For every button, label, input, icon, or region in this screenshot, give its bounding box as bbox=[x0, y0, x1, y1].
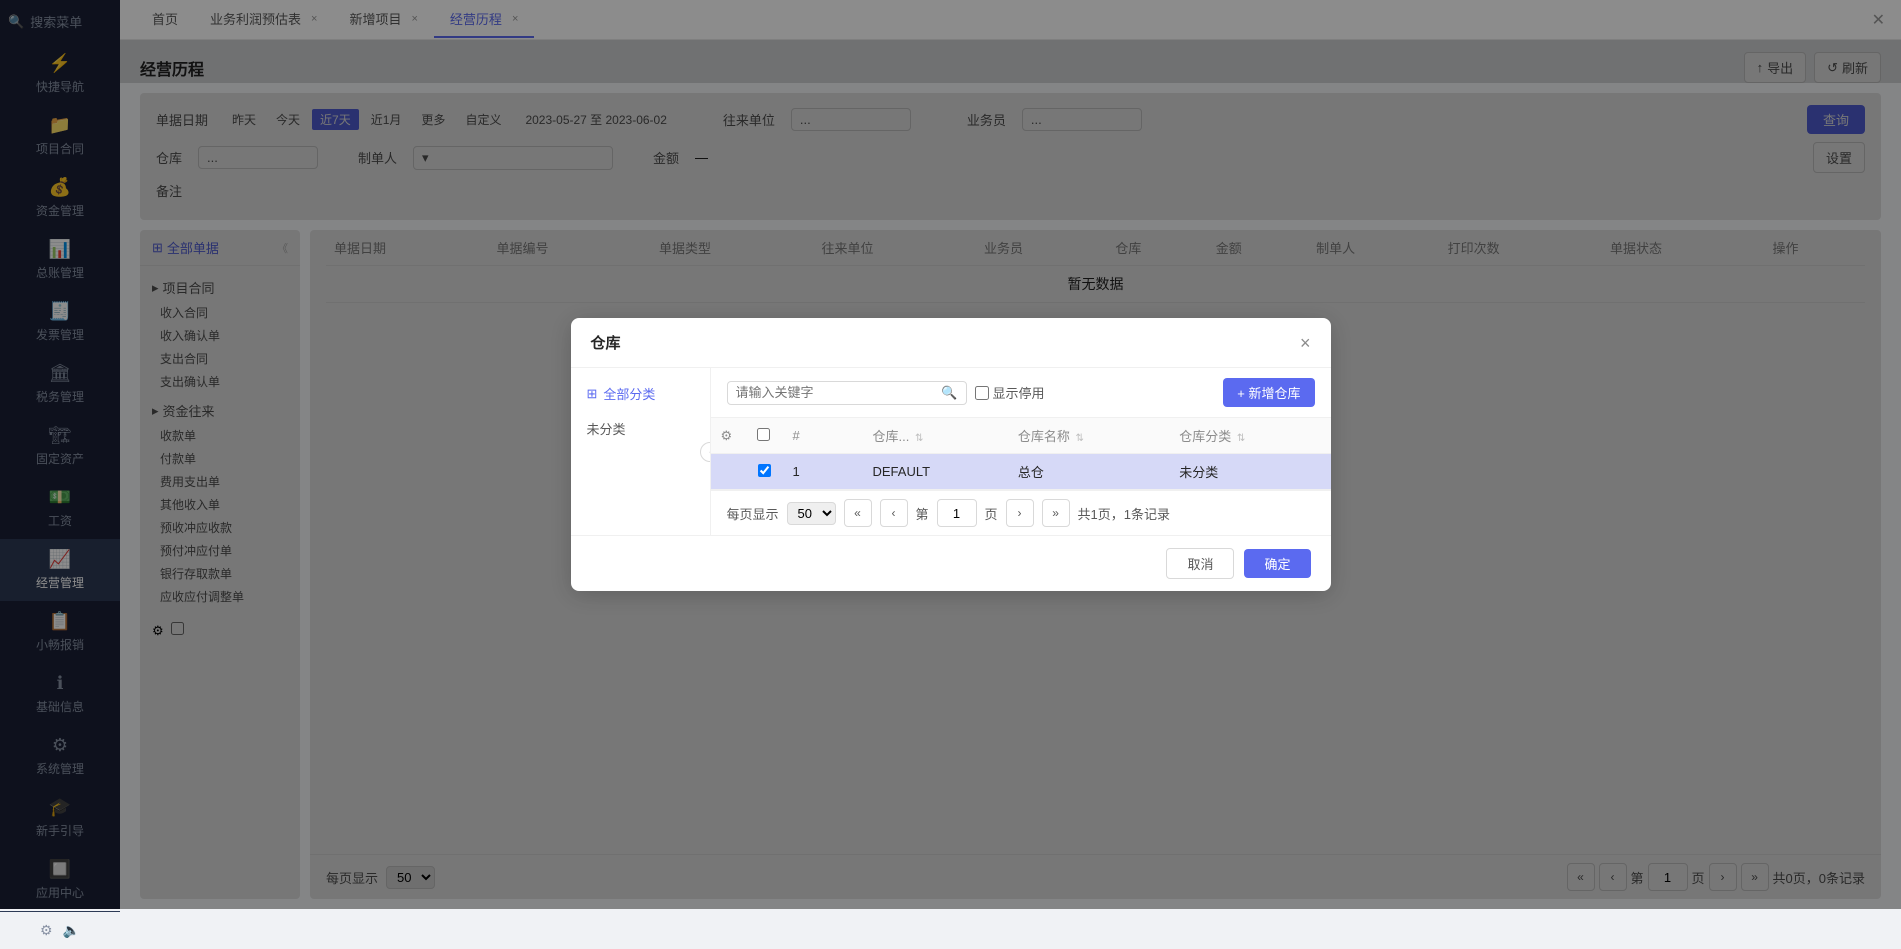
warehouse-search-input[interactable] bbox=[736, 385, 938, 400]
sort-icon[interactable]: ⇅ bbox=[1237, 433, 1245, 444]
show-disabled-label: 显示停用 bbox=[993, 383, 1045, 402]
row-name: 总仓 bbox=[1008, 454, 1169, 490]
warehouse-modal: 仓库 × ⊞ 全部分类 未分类 《 bbox=[571, 318, 1331, 591]
modal-page-word: 第 bbox=[916, 504, 929, 523]
search-icon[interactable]: 🔍 bbox=[941, 385, 957, 401]
modal-footer: 取消 确定 bbox=[571, 535, 1331, 591]
sort-icon[interactable]: ⇅ bbox=[1076, 433, 1084, 444]
uncategorized-label: 未分类 bbox=[587, 422, 626, 437]
modal-title: 仓库 bbox=[591, 332, 621, 353]
modal-warehouse-table: ⚙ # 仓库... ⇅ bbox=[711, 418, 1331, 490]
grid-icon: ⊞ bbox=[587, 386, 598, 402]
search-input-wrap: 🔍 bbox=[727, 381, 967, 405]
settings-icon[interactable]: ⚙ bbox=[40, 922, 53, 939]
col-code: 仓库... ⇅ bbox=[863, 418, 1008, 454]
cancel-button[interactable]: 取消 bbox=[1166, 548, 1234, 579]
show-disabled-checkbox[interactable] bbox=[975, 386, 989, 400]
modal-per-page-select[interactable]: 50 bbox=[787, 502, 836, 525]
modal-last-btn[interactable]: » bbox=[1042, 499, 1070, 527]
modal-overlay: 仓库 × ⊞ 全部分类 未分类 《 bbox=[0, 0, 1901, 909]
confirm-button[interactable]: 确定 bbox=[1244, 549, 1310, 578]
modal-total-info: 共1页，1条记录 bbox=[1078, 504, 1170, 523]
col-id: # bbox=[783, 418, 863, 454]
modal-pagination: 每页显示 50 « ‹ 第 页 › » 共1页，1条记录 bbox=[711, 490, 1331, 535]
modal-page-input[interactable] bbox=[937, 499, 977, 527]
select-all-checkbox[interactable] bbox=[757, 428, 770, 441]
modal-close-icon[interactable]: × bbox=[1300, 334, 1311, 352]
modal-page-label: 页 bbox=[985, 504, 998, 523]
modal-next-btn[interactable]: › bbox=[1006, 499, 1034, 527]
table-row[interactable]: 1 DEFAULT 总仓 未分类 bbox=[711, 454, 1331, 490]
col-gear: ⚙ bbox=[711, 418, 747, 454]
add-warehouse-button[interactable]: + 新增仓库 bbox=[1223, 378, 1314, 407]
row-checkbox[interactable] bbox=[758, 464, 771, 477]
audio-icon[interactable]: 🔈 bbox=[63, 922, 80, 939]
col-category: 仓库分类 ⇅ bbox=[1169, 418, 1330, 454]
uncategorized-item[interactable]: 未分类 bbox=[571, 411, 710, 446]
modal-header: 仓库 × bbox=[571, 318, 1331, 368]
all-category-label: 全部分类 bbox=[603, 384, 655, 403]
show-disabled-wrap: 显示停用 bbox=[975, 383, 1045, 402]
modal-per-page-label: 每页显示 bbox=[727, 504, 779, 523]
col-name: 仓库名称 ⇅ bbox=[1008, 418, 1169, 454]
row-gear bbox=[711, 454, 747, 490]
modal-first-btn[interactable]: « bbox=[844, 499, 872, 527]
sidebar-bottom: ⚙ 🔈 bbox=[0, 911, 120, 949]
row-id: 1 bbox=[783, 454, 863, 490]
row-code: DEFAULT bbox=[863, 454, 1008, 490]
all-category-item[interactable]: ⊞ 全部分类 bbox=[571, 376, 710, 411]
collapse-button[interactable]: 《 bbox=[700, 442, 711, 462]
modal-toolbar: 🔍 显示停用 + 新增仓库 bbox=[711, 368, 1331, 418]
modal-prev-btn[interactable]: ‹ bbox=[880, 499, 908, 527]
modal-right-panel: 🔍 显示停用 + 新增仓库 bbox=[711, 368, 1331, 535]
modal-table-wrap: ⚙ # 仓库... ⇅ bbox=[711, 418, 1331, 490]
modal-body: ⊞ 全部分类 未分类 《 🔍 显示停用 bbox=[571, 368, 1331, 535]
col-check bbox=[747, 418, 783, 454]
gear-icon[interactable]: ⚙ bbox=[721, 428, 733, 443]
row-category: 未分类 bbox=[1169, 454, 1330, 490]
add-warehouse-label: + 新增仓库 bbox=[1237, 383, 1300, 402]
modal-left-panel: ⊞ 全部分类 未分类 《 bbox=[571, 368, 711, 535]
row-check[interactable] bbox=[747, 454, 783, 490]
sort-icon[interactable]: ⇅ bbox=[915, 433, 923, 444]
